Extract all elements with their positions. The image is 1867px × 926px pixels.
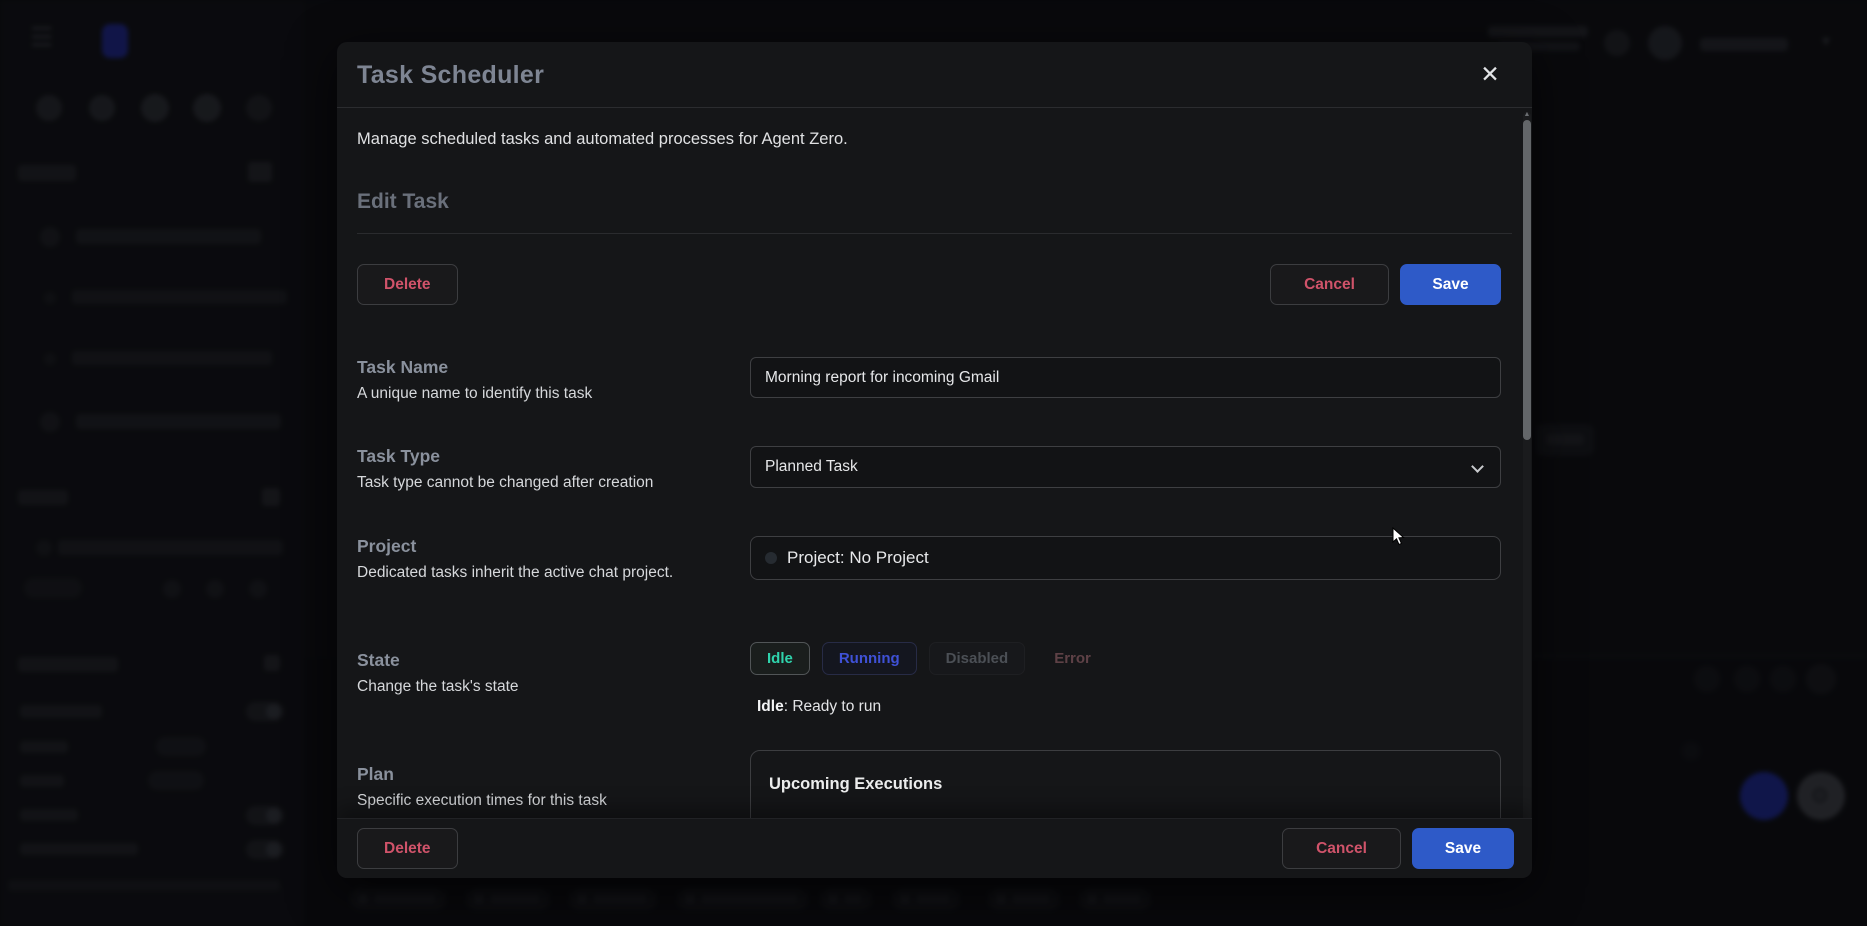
delete-button[interactable]: Delete <box>357 264 458 305</box>
project-dot-icon <box>765 552 777 564</box>
state-status-text: : Ready to run <box>784 698 881 715</box>
plan-description: Specific execution times for this task <box>357 791 687 812</box>
task-type-selected-value: Planned Task <box>765 458 858 476</box>
footer-delete-button[interactable]: Delete <box>357 828 458 869</box>
chevron-down-icon <box>1471 460 1484 473</box>
state-button-group: Idle Running Disabled Error <box>750 642 1501 675</box>
task-name-description: A unique name to identify this task <box>357 384 687 405</box>
state-idle-button[interactable]: Idle <box>750 642 810 675</box>
footer-cancel-button[interactable]: Cancel <box>1282 828 1401 869</box>
modal-subtitle: Manage scheduled tasks and automated pro… <box>357 130 848 149</box>
upcoming-executions-panel: Upcoming Executions <box>750 750 1501 818</box>
state-disabled-button[interactable]: Disabled <box>929 642 1026 675</box>
modal-title: Task Scheduler <box>357 42 544 108</box>
divider <box>357 233 1512 234</box>
task-scheduler-modal: Task Scheduler ✕ Manage scheduled tasks … <box>337 42 1532 878</box>
project-selected-value: Project: No Project <box>787 548 929 568</box>
modal-scrollbar-thumb[interactable] <box>1523 120 1531 440</box>
plan-label: Plan <box>357 764 687 785</box>
app-screen: ☰ <box>0 0 1867 926</box>
task-name-label: Task Name <box>357 357 687 378</box>
state-running-button[interactable]: Running <box>822 642 917 675</box>
close-icon[interactable]: ✕ <box>1474 58 1506 90</box>
cancel-button[interactable]: Cancel <box>1270 264 1389 305</box>
state-status-caption: Idle: Ready to run <box>757 698 881 716</box>
modal-footer: Delete Cancel Save <box>337 818 1532 878</box>
state-label: State <box>357 650 687 671</box>
save-button[interactable]: Save <box>1400 264 1501 305</box>
upcoming-executions-title: Upcoming Executions <box>751 751 1500 794</box>
state-status-term: Idle <box>757 698 784 715</box>
scroll-up-arrow[interactable]: ▲ <box>1523 111 1531 118</box>
project-select[interactable]: Project: No Project <box>750 536 1501 580</box>
section-title: Edit Task <box>357 190 449 214</box>
mouse-cursor <box>1392 527 1405 546</box>
footer-save-button[interactable]: Save <box>1412 828 1514 869</box>
task-type-description: Task type cannot be changed after creati… <box>357 473 687 494</box>
task-type-select[interactable]: Planned Task <box>750 446 1501 488</box>
project-label: Project <box>357 536 687 557</box>
state-error-button[interactable]: Error <box>1037 642 1108 675</box>
modal-header: Task Scheduler ✕ <box>337 42 1532 108</box>
top-actions-row: Delete Cancel Save <box>337 264 1532 305</box>
task-type-label: Task Type <box>357 446 687 467</box>
state-description: Change the task's state <box>357 677 687 698</box>
modal-scroll-area: Manage scheduled tasks and automated pro… <box>337 108 1532 818</box>
project-description: Dedicated tasks inherit the active chat … <box>357 563 687 584</box>
task-name-input[interactable] <box>750 357 1501 398</box>
